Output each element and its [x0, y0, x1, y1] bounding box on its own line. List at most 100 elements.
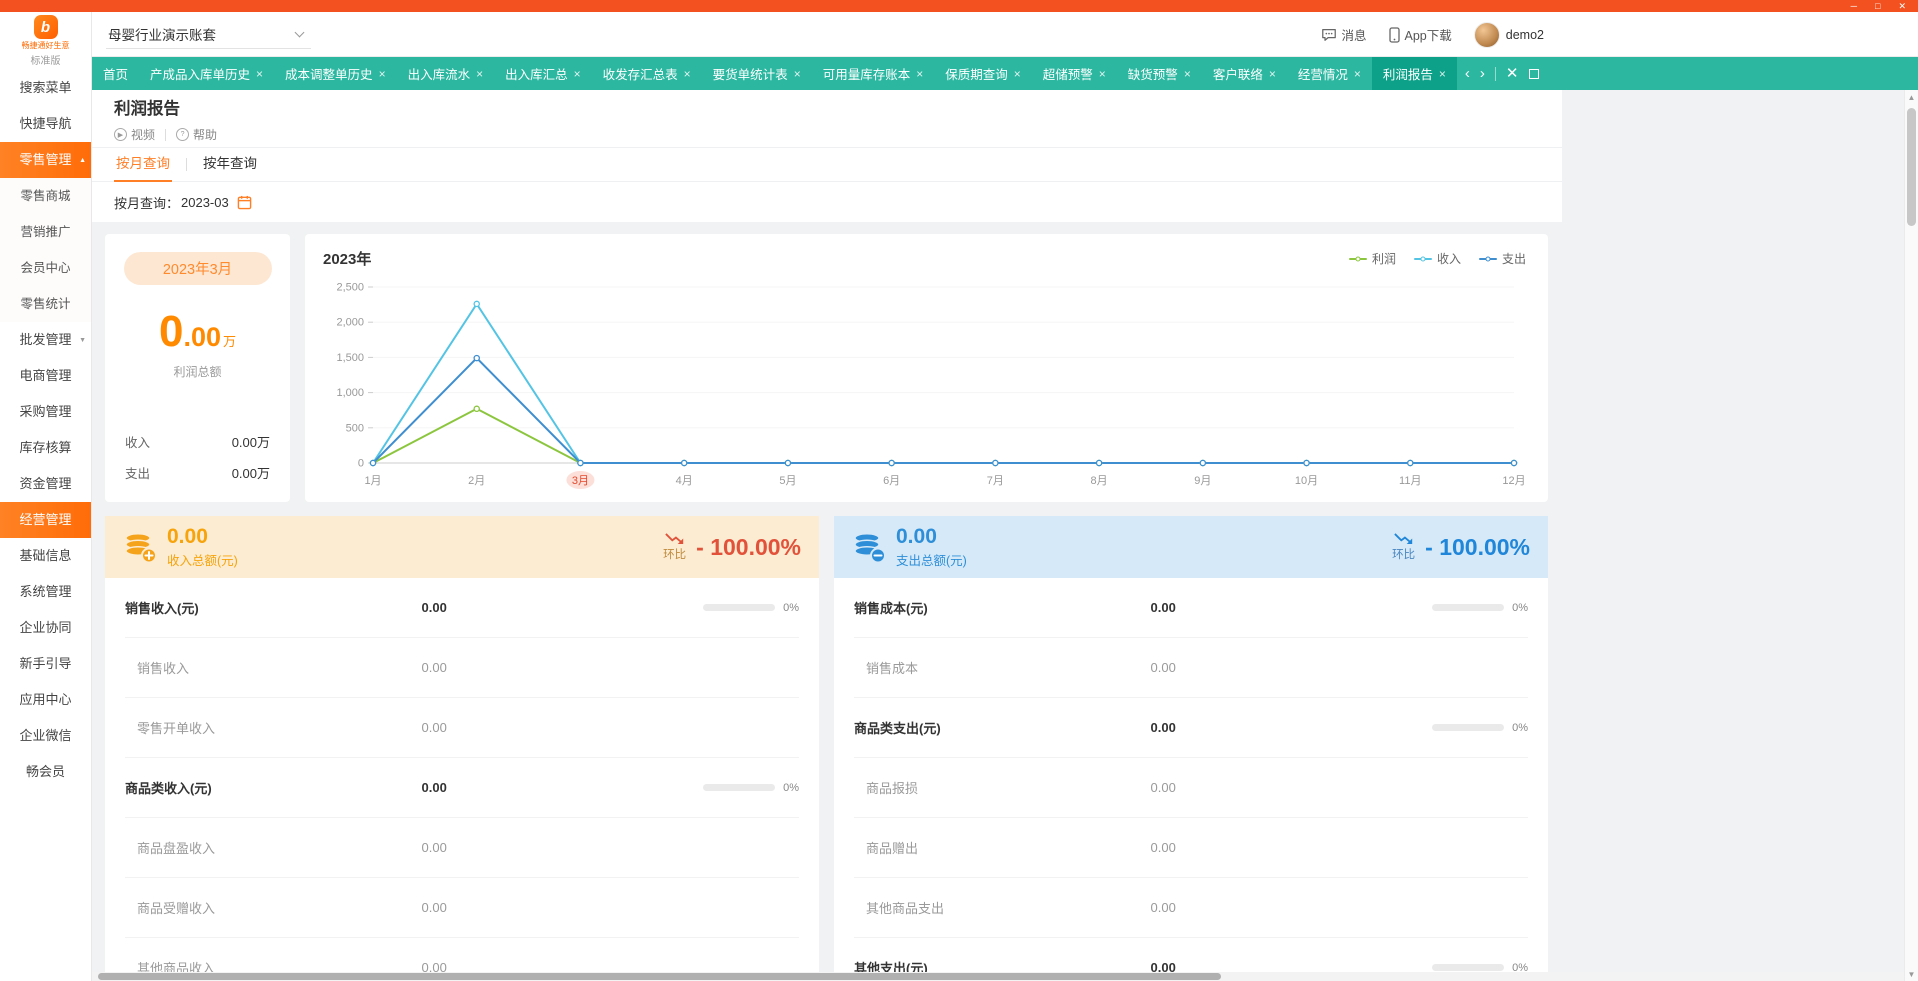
svg-text:1月: 1月 — [364, 475, 381, 487]
svg-text:2,000: 2,000 — [336, 317, 364, 329]
progress-percent: 0% — [1512, 721, 1528, 734]
tab-close-icon[interactable]: × — [256, 67, 263, 81]
svg-text:0: 0 — [358, 458, 364, 470]
tabs-close-all-icon[interactable]: ✕ — [1506, 66, 1519, 81]
tab-close-icon[interactable]: × — [684, 67, 691, 81]
legend-item-收入[interactable]: 收入 — [1413, 250, 1461, 267]
report-row: 商品受赠收入 0.00 — [125, 878, 799, 938]
minimize-icon[interactable]: ─ — [1851, 1, 1857, 11]
tab-close-icon[interactable]: × — [1354, 67, 1361, 81]
svg-text:1,500: 1,500 — [336, 352, 364, 364]
play-icon: ▶ — [114, 128, 127, 141]
sidebar-item[interactable]: 畅会员 — [0, 754, 91, 790]
tab-close-icon[interactable]: × — [476, 67, 483, 81]
tab-close-icon[interactable]: × — [1184, 67, 1191, 81]
sidebar-item[interactable]: 营销推广 — [0, 214, 91, 250]
calendar-icon[interactable] — [237, 195, 252, 210]
close-icon[interactable]: ✕ — [1898, 1, 1906, 11]
page-tab[interactable]: 产成品入库单历史 × — [139, 57, 274, 90]
phone-icon — [1388, 26, 1400, 43]
tabs-scroll-left-icon[interactable]: ‹ — [1465, 66, 1470, 81]
sidebar-item[interactable]: 采购管理 — [0, 394, 91, 430]
report-row: 商品类支出(元) 0.00 0% — [854, 698, 1528, 758]
tab-close-icon[interactable]: × — [1099, 67, 1106, 81]
expense-panel: 0.00 支出总额(元) 环比 - 100.00% 销售成本(元) 0.00 0… — [834, 516, 1548, 981]
horizontal-scrollbar[interactable] — [92, 972, 1904, 981]
legend-label: 收入 — [1436, 252, 1461, 266]
sidebar-item[interactable]: 批发管理 ▼ — [0, 322, 91, 358]
page-tab[interactable]: 首页 × — [92, 57, 139, 90]
profit-breakdown: 收入 0.00万 支出 0.00万 — [105, 426, 290, 488]
sidebar-item-label: 基础信息 — [19, 548, 72, 563]
tab-close-icon[interactable]: × — [574, 67, 581, 81]
tab-close-icon[interactable]: × — [379, 67, 386, 81]
tabs-scroll-right-icon[interactable]: › — [1480, 66, 1485, 81]
page-tab[interactable]: 超储预警 × — [1032, 57, 1117, 90]
sidebar-item[interactable]: 会员中心 — [0, 250, 91, 286]
page-tab[interactable]: 成本调整单历史 × — [274, 57, 397, 90]
horizontal-scroll-thumb[interactable] — [98, 973, 1222, 980]
row-label: 销售成本(元) — [854, 601, 928, 616]
sidebar-item[interactable]: 应用中心 — [0, 682, 91, 718]
page-tab[interactable]: 保质期查询 × — [934, 57, 1032, 90]
page-tab[interactable]: 出入库流水 × — [397, 57, 495, 90]
sidebar-item[interactable]: 零售统计 — [0, 286, 91, 322]
month-picker-value[interactable]: 2023-03 — [181, 195, 229, 210]
tab-close-icon[interactable]: × — [1014, 67, 1021, 81]
sidebar-item[interactable]: 企业微信 — [0, 718, 91, 754]
page-tab[interactable]: 缺货预警 × — [1117, 57, 1202, 90]
sidebar-item[interactable]: 新手引导 — [0, 646, 91, 682]
page-tab[interactable]: 出入库汇总 × — [494, 57, 592, 90]
expense-trend: 环比 — [1392, 532, 1415, 562]
sidebar-item[interactable]: 库存核算 — [0, 430, 91, 466]
tab-close-icon[interactable]: × — [1269, 67, 1276, 81]
app-download-button[interactable]: App下载 — [1388, 25, 1452, 44]
legend-item-利润[interactable]: 利润 — [1348, 250, 1396, 267]
sidebar-item[interactable]: 经营管理 — [0, 502, 91, 538]
sidebar-item[interactable]: 系统管理 — [0, 574, 91, 610]
trend-down-icon — [1393, 533, 1412, 544]
sidebar-item[interactable]: 零售商城 — [0, 178, 91, 214]
page-tab[interactable]: 可用量库存账本 × — [812, 57, 935, 90]
legend-item-支出[interactable]: 支出 — [1478, 250, 1526, 267]
sidebar-item[interactable]: 搜索菜单 — [0, 70, 91, 106]
page-tab[interactable]: 收发存汇总表 × — [592, 57, 702, 90]
maximize-icon[interactable]: □ — [1875, 1, 1880, 11]
scroll-up-icon[interactable]: ▲ — [1905, 90, 1918, 104]
sidebar-item[interactable]: 资金管理 — [0, 466, 91, 502]
user-menu[interactable]: demo2 — [1473, 21, 1544, 48]
message-bubble-icon — [1321, 28, 1336, 41]
tab-close-icon[interactable]: × — [916, 67, 923, 81]
vertical-scroll-thumb[interactable] — [1907, 108, 1916, 226]
sidebar-item[interactable]: 零售管理 ▲ — [0, 142, 91, 178]
tab-close-icon[interactable]: × — [1439, 67, 1446, 81]
report-row: 其他商品支出 0.00 — [854, 878, 1528, 938]
page-tab[interactable]: 要货单统计表 × — [702, 57, 812, 90]
vertical-scrollbar[interactable]: ▲ ▼ — [1904, 90, 1918, 981]
sidebar: b 畅捷通好生意 标准版 搜索菜单 快捷导航 零售管理 ▲ 零售商城 营销推广 … — [0, 12, 92, 981]
sidebar-item[interactable]: 基础信息 — [0, 538, 91, 574]
scroll-down-icon[interactable]: ▼ — [1905, 967, 1918, 981]
sidebar-item[interactable]: 企业协同 — [0, 610, 91, 646]
account-select-value: 母婴行业演示账套 — [108, 28, 216, 43]
fullscreen-icon[interactable] — [1528, 68, 1539, 79]
page-tab[interactable]: 利润报告 × — [1371, 57, 1457, 90]
legend-swatch — [1348, 256, 1367, 261]
report-row: 商品盘盈收入 0.00 — [125, 818, 799, 878]
account-select[interactable]: 母婴行业演示账套 — [106, 20, 311, 49]
sidebar-item[interactable]: 快捷导航 — [0, 106, 91, 142]
row-value: 0.00 — [1150, 780, 1176, 795]
video-link[interactable]: ▶ 视频 — [114, 126, 155, 143]
tab-yearly-query[interactable]: 按年查询 — [201, 148, 259, 182]
sidebar-item[interactable]: 电商管理 — [0, 358, 91, 394]
progress-bar — [1432, 604, 1505, 611]
expense-row: 支出 0.00万 — [125, 466, 270, 481]
tab-close-icon[interactable]: × — [794, 67, 801, 81]
page-tab[interactable]: 客户联络 × — [1202, 57, 1287, 90]
help-link[interactable]: ? 帮助 — [176, 126, 217, 143]
page-tab[interactable]: 经营情况 × — [1287, 57, 1372, 90]
tab-monthly-query[interactable]: 按月查询 — [114, 148, 172, 182]
messages-button[interactable]: 消息 — [1321, 25, 1367, 44]
income-total-label: 收入总额(元) — [167, 554, 238, 568]
row-label: 其他商品支出 — [866, 901, 945, 916]
